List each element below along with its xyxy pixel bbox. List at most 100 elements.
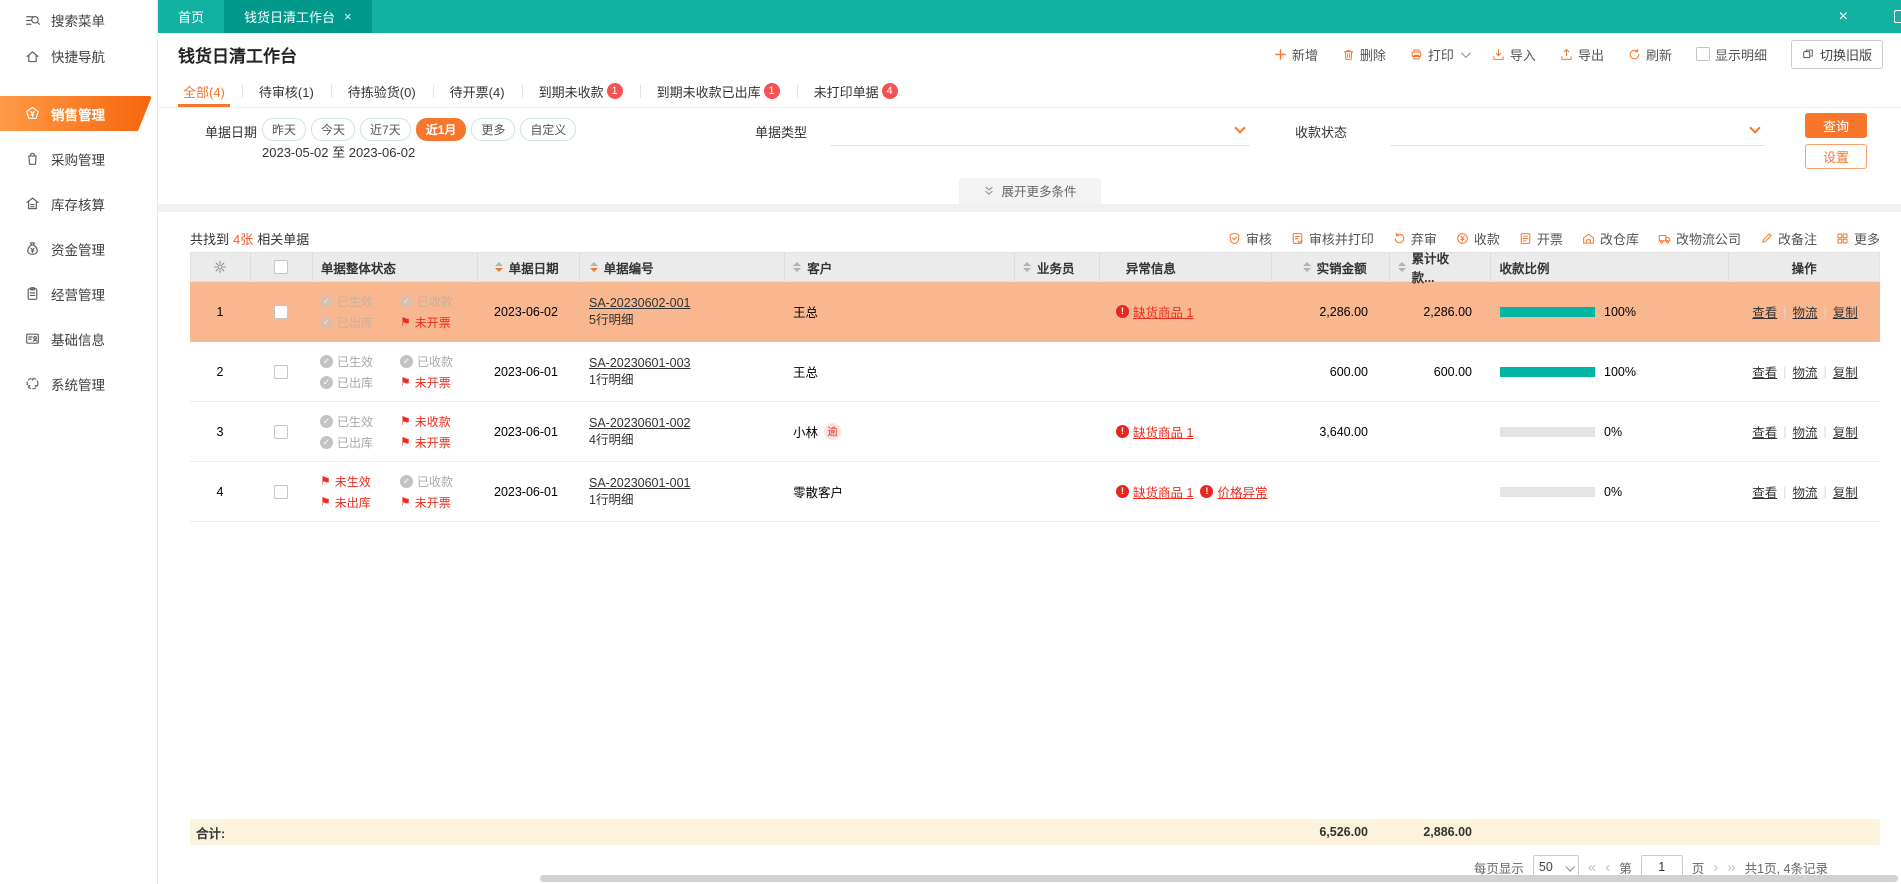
toolbar-trash-button[interactable]: 删除 [1342, 45, 1386, 64]
toolbar-import-button[interactable]: 导入 [1492, 45, 1536, 64]
status-tab-4[interactable]: 到期未收款 1 [521, 75, 640, 107]
status-tab-0[interactable]: 全部(4) [166, 75, 242, 107]
table-row[interactable]: 2 ✓ 已生效 ✓ 已收款 ✓ 已出库 ⚑ 未开票 2023-06-01 SA-20230601-0… [190, 342, 1880, 402]
switch-old-version-button[interactable]: 切换旧版 [1790, 39, 1883, 69]
column-header-cust[interactable]: 客户 [785, 253, 1015, 281]
doc-number-link[interactable]: SA-20230601-001 [589, 475, 690, 492]
row-checkbox[interactable] [274, 484, 288, 499]
sidebar-item-funds[interactable]: 资金管理 [0, 231, 157, 266]
date-pill[interactable]: 更多 [471, 118, 516, 141]
column-header-docno[interactable]: 单据编号 [580, 253, 786, 281]
status-tab-6[interactable]: 未打印单据 4 [796, 75, 915, 107]
op-0-link[interactable]: 查看 [1752, 482, 1777, 501]
tab-home[interactable]: 首页 [158, 0, 224, 33]
batch-action-unaudit[interactable]: 弃审 [1393, 229, 1437, 248]
close-tab-icon[interactable]: × [344, 9, 352, 24]
sort-icon[interactable] [1302, 262, 1311, 272]
op-0-link[interactable]: 查看 [1752, 362, 1777, 381]
sort-icon[interactable] [494, 262, 503, 272]
op-1-link[interactable]: 物流 [1792, 362, 1817, 381]
op-0-link[interactable]: 查看 [1752, 422, 1777, 441]
select-all-cell[interactable] [251, 253, 313, 281]
op-2-link[interactable]: 复制 [1833, 482, 1858, 501]
prev-page-icon[interactable]: ‹ [1605, 860, 1610, 875]
column-settings-cell[interactable] [191, 253, 251, 281]
select-all-checkbox[interactable] [274, 260, 289, 274]
sidebar-item-base-info[interactable]: 基础信息 [0, 321, 157, 356]
exception-link[interactable]: ! 缺货商品 1 [1116, 302, 1193, 321]
expand-more-conditions[interactable]: 展开更多条件 [958, 178, 1101, 204]
date-pill[interactable]: 近7天 [360, 118, 411, 141]
column-header-ops[interactable]: 操作 [1729, 253, 1879, 281]
batch-action-collect[interactable]: 收款 [1456, 229, 1500, 248]
date-pill[interactable]: 昨天 [262, 118, 307, 141]
sidebar-item-system[interactable]: 系统管理 [0, 366, 157, 401]
doc-type-select[interactable] [830, 116, 1250, 146]
status-tab-2[interactable]: 待拣验货(0) [330, 75, 433, 107]
sidebar-item-purchase[interactable]: 采购管理 [0, 141, 157, 176]
op-1-link[interactable]: 物流 [1792, 302, 1817, 321]
sort-icon[interactable] [1023, 262, 1031, 272]
tab-active[interactable]: 钱货日清工作台 × [224, 0, 372, 33]
row-checkbox[interactable] [274, 364, 288, 379]
payment-status-select[interactable] [1390, 116, 1765, 146]
op-2-link[interactable]: 复制 [1833, 422, 1858, 441]
status-tab-5[interactable]: 到期未收款已出库 1 [639, 75, 797, 107]
column-header-ratio[interactable]: 收款比例 [1491, 253, 1730, 281]
horizontal-scrollbar-thumb[interactable] [540, 875, 1898, 882]
column-header-amt[interactable]: 实销金额 [1272, 253, 1390, 281]
op-0-link[interactable]: 查看 [1752, 302, 1777, 321]
batch-action-more[interactable]: 更多 [1836, 229, 1880, 248]
toolbar-plus-button[interactable]: 新增 [1274, 45, 1318, 64]
first-page-icon[interactable]: « [1588, 860, 1596, 875]
show-detail-checkbox[interactable] [1695, 47, 1710, 61]
batch-action-invoice[interactable]: 开票 [1519, 229, 1563, 248]
last-page-icon[interactable]: » [1727, 860, 1735, 875]
sort-icon[interactable] [589, 262, 598, 272]
table-row[interactable]: 1 ✓ 已生效 ✓ 已收款 ✓ 已出库 ⚑ 未开票 2023-06-02 SA-20230602-0… [190, 282, 1880, 342]
exception-link[interactable]: ! 价格异常 [1200, 482, 1267, 501]
next-page-icon[interactable]: › [1713, 860, 1718, 875]
window-edge-icon[interactable] [1894, 10, 1901, 23]
toolbar-refresh-button[interactable]: 刷新 [1628, 45, 1672, 64]
sidebar-item-search-menu[interactable]: 搜索菜单 [0, 6, 157, 34]
show-detail-toggle[interactable]: 显示明细 [1695, 45, 1767, 64]
date-pill[interactable]: 自定义 [520, 118, 577, 141]
date-range-value[interactable]: 2023-05-02 至 2023-06-02 [262, 142, 415, 161]
batch-action-logistics[interactable]: 改物流公司 [1658, 229, 1741, 248]
batch-action-audit[interactable]: 审核 [1228, 229, 1272, 248]
column-header-exc[interactable]: 异常信息 [1100, 253, 1272, 281]
sort-icon[interactable] [793, 262, 802, 272]
batch-action-audit-print[interactable]: 审核并打印 [1291, 229, 1374, 248]
sidebar-item-sales[interactable]: 销售管理 [0, 96, 152, 131]
toolbar-printer-button[interactable]: 打印 [1410, 45, 1471, 64]
column-header-date[interactable]: 单据日期 [478, 253, 580, 281]
sidebar-item-operation[interactable]: 经营管理 [0, 276, 157, 311]
column-header-status[interactable]: 单据整体状态 [313, 253, 478, 281]
column-header-rcv[interactable]: 累计收款... [1390, 252, 1492, 285]
sort-icon[interactable] [1397, 262, 1406, 272]
table-row[interactable]: 3 ✓ 已生效 ⚑ 未收款 ✓ 已出库 ⚑ 未开票 2023-06-01 SA-20230601-0… [190, 402, 1880, 462]
exception-link[interactable]: ! 缺货商品 1 [1116, 422, 1193, 441]
date-pill[interactable]: 近1月 [415, 118, 467, 141]
doc-number-link[interactable]: SA-20230601-003 [589, 355, 690, 372]
row-checkbox[interactable] [274, 304, 288, 319]
toolbar-export-button[interactable]: 导出 [1560, 45, 1604, 64]
column-header-sales[interactable]: 业务员 [1015, 253, 1100, 281]
table-row[interactable]: 4 ⚑ 未生效 ✓ 已收款 ⚑ 未出库 ⚑ 未开票 2023-06-01 SA-20230601-0… [190, 462, 1880, 522]
exception-link[interactable]: ! 缺货商品 1 [1116, 482, 1193, 501]
op-1-link[interactable]: 物流 [1792, 482, 1817, 501]
gear-icon[interactable] [213, 260, 227, 274]
op-2-link[interactable]: 复制 [1833, 302, 1858, 321]
search-button[interactable]: 查询 [1805, 113, 1867, 138]
doc-number-link[interactable]: SA-20230601-002 [589, 415, 690, 432]
op-2-link[interactable]: 复制 [1833, 362, 1858, 381]
batch-action-warehouse-edit[interactable]: 改仓库 [1582, 229, 1639, 248]
date-pill[interactable]: 今天 [311, 118, 356, 141]
doc-number-link[interactable]: SA-20230602-001 [589, 295, 690, 312]
row-checkbox[interactable] [274, 424, 288, 439]
settings-button[interactable]: 设置 [1805, 144, 1867, 169]
status-tab-1[interactable]: 待审核(1) [241, 75, 331, 107]
status-tab-3[interactable]: 待开票(4) [432, 75, 522, 107]
batch-action-remark[interactable]: 改备注 [1760, 229, 1817, 248]
